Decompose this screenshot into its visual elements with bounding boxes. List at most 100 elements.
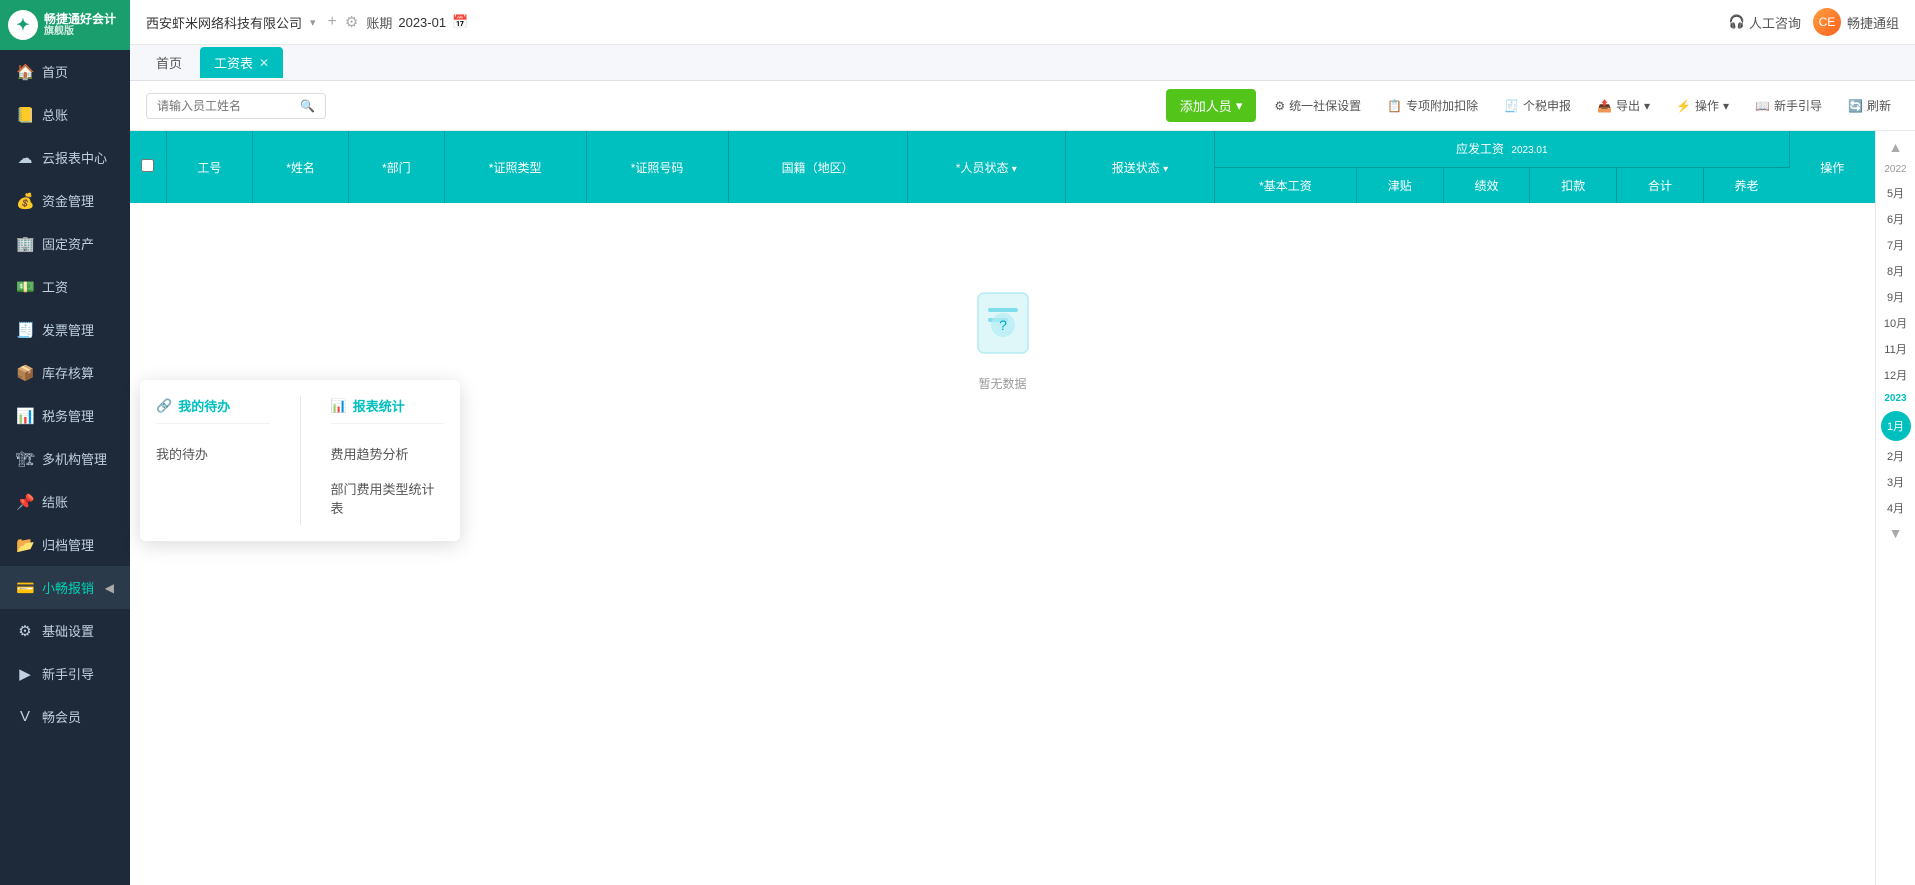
period-value[interactable]: 2023-01: [398, 15, 446, 30]
timeline-month-6[interactable]: 6月: [1876, 206, 1915, 232]
timeline-month-5[interactable]: 5月: [1876, 180, 1915, 206]
timeline-month-2[interactable]: 2月: [1876, 443, 1915, 469]
shield-icon: ⚙: [1274, 99, 1285, 113]
tax-deduction-button[interactable]: 📋 专项附加扣除: [1379, 93, 1486, 118]
inventory-icon: 📦: [16, 364, 34, 382]
operation-arrow-icon: ▾: [1723, 99, 1729, 113]
period-display: 账期 2023-01 📅: [366, 13, 468, 32]
select-all-header[interactable]: [130, 131, 166, 203]
select-all-checkbox[interactable]: [141, 159, 154, 172]
sidebar-item-guide[interactable]: ▶ 新手引导: [0, 652, 130, 695]
assets-icon: 🏢: [16, 235, 34, 253]
timeline-month-10[interactable]: 10月: [1876, 310, 1915, 336]
service-button[interactable]: 🎧 人工咨询: [1729, 13, 1801, 32]
refresh-icon: 🔄: [1848, 99, 1863, 113]
sidebar-item-multi[interactable]: 🏗 多机构管理: [0, 437, 130, 480]
topbar-right: 🎧 人工咨询 CE 畅捷通组: [1729, 8, 1899, 36]
report-filter-icon[interactable]: ▾: [1163, 164, 1168, 175]
company-name[interactable]: 西安虾米网络科技有限公司: [146, 13, 302, 32]
col-id-num: *证照号码: [586, 131, 728, 203]
popup-stats-title: 📊 报表统计: [331, 396, 445, 424]
tab-salary[interactable]: 工资表 ✕: [200, 47, 283, 78]
sidebar-item-finance[interactable]: 💰 资金管理: [0, 179, 130, 222]
popup-col-todo: 🔗 我的待办 我的待办: [156, 396, 270, 525]
search-box[interactable]: 🔍: [146, 93, 326, 119]
timeline-month-7[interactable]: 7月: [1876, 232, 1915, 258]
col-allowance: 津贴: [1356, 167, 1443, 203]
col-id: 工号: [166, 131, 253, 203]
timeline-month-12[interactable]: 12月: [1876, 362, 1915, 388]
sidebar-item-closing[interactable]: 📌 结账: [0, 480, 130, 523]
timeline-month-9[interactable]: 9月: [1876, 284, 1915, 310]
col-nation: 国籍（地区）: [728, 131, 907, 203]
sidebar-item-archive[interactable]: 📂 归档管理: [0, 523, 130, 566]
timeline-month-1-active[interactable]: 1月: [1881, 411, 1911, 441]
guide-icon: ▶: [16, 665, 34, 683]
salary-icon: 💵: [16, 278, 34, 296]
popup-todo-title: 🔗 我的待办: [156, 396, 270, 424]
popup-todo-item[interactable]: 我的待办: [156, 436, 270, 471]
tax-report-button[interactable]: 🧾 个税申报: [1496, 93, 1579, 118]
sidebar-item-ledger[interactable]: 📒 总账: [0, 93, 130, 136]
todo-icon: 🔗: [156, 398, 172, 414]
operation-icon: ⚡: [1676, 99, 1691, 113]
timeline-scroll-down[interactable]: ▼: [1885, 521, 1907, 545]
search-input[interactable]: [157, 99, 294, 113]
add-person-button[interactable]: 添加人员 ▾: [1166, 89, 1257, 122]
sidebar-item-tax[interactable]: 📊 税务管理: [0, 394, 130, 437]
vip-icon: V: [16, 708, 34, 725]
sidebar-item-vip[interactable]: V 畅会员: [0, 695, 130, 738]
sidebar: ✦ 畅捷通好会计 旗舰版 🏠 首页 📒 总账 ☁ 云报表中心 💰 资金管理 🏢 …: [0, 0, 130, 885]
sidebar-item-home[interactable]: 🏠 首页: [0, 50, 130, 93]
topbar-left: 西安虾米网络科技有限公司 ▾ + ⚙ 账期 2023-01 📅: [146, 13, 468, 32]
status-filter-icon[interactable]: ▾: [1012, 164, 1017, 175]
company-dropdown-icon[interactable]: ▾: [310, 16, 316, 29]
home-icon: 🏠: [16, 63, 34, 81]
timeline-month-3[interactable]: 3月: [1876, 469, 1915, 495]
sidebar-item-salary[interactable]: 💵 工资: [0, 265, 130, 308]
tab-close-icon[interactable]: ✕: [259, 56, 269, 70]
toolbar-right: 添加人员 ▾ ⚙ 统一社保设置 📋 专项附加扣除 🧾 个税申报 📤 导出 ▾: [1166, 89, 1899, 122]
timeline-month-11[interactable]: 11月: [1876, 336, 1915, 362]
timeline-scroll-up[interactable]: ▲: [1885, 135, 1907, 159]
col-deduction: 扣款: [1530, 167, 1617, 203]
dropdown-arrow-icon: ▾: [1236, 98, 1243, 114]
year-2023: 2023: [1884, 390, 1906, 407]
guide-button[interactable]: 📖 新手引导: [1747, 93, 1830, 118]
closing-icon: 📌: [16, 493, 34, 511]
tabbar: 首页 工资表 ✕: [130, 45, 1915, 81]
sidebar-item-invoice[interactable]: 🧾 发票管理: [0, 308, 130, 351]
settings-icon[interactable]: ⚙: [345, 13, 358, 31]
export-button[interactable]: 📤 导出 ▾: [1589, 93, 1658, 118]
col-report: 报送状态 ▾: [1065, 131, 1214, 203]
deduction-icon: 📋: [1387, 99, 1402, 113]
add-company-icon[interactable]: +: [328, 13, 337, 31]
user-avatar[interactable]: CE 畅捷通组: [1813, 8, 1899, 36]
expense-icon: 💳: [16, 579, 34, 597]
social-insurance-button[interactable]: ⚙ 统一社保设置: [1266, 93, 1369, 118]
popup-stats-item-1[interactable]: 费用趋势分析: [331, 436, 445, 471]
popup-stats-item-2[interactable]: 部门费用类型统计表: [331, 471, 445, 525]
chart-icon: 📊: [331, 398, 347, 414]
cloud-icon: ☁: [16, 149, 34, 167]
expense-popup: 🔗 我的待办 我的待办 📊 报表统计 费用趋势分析 部门费用类型统计表: [140, 380, 460, 541]
tab-home[interactable]: 首页: [142, 47, 196, 78]
col-status: *人员状态 ▾: [907, 131, 1065, 203]
refresh-button[interactable]: 🔄 刷新: [1840, 93, 1899, 118]
svg-text:?: ?: [999, 317, 1007, 333]
year-2022: 2022: [1884, 161, 1906, 178]
toolbar: 🔍 添加人员 ▾ ⚙ 统一社保设置 📋 专项附加扣除 🧾 个税申报 📤: [130, 81, 1915, 131]
sidebar-item-reports[interactable]: ☁ 云报表中心: [0, 136, 130, 179]
calendar-icon[interactable]: 📅: [452, 14, 468, 30]
operation-button[interactable]: ⚡ 操作 ▾: [1668, 93, 1737, 118]
sidebar-item-assets[interactable]: 🏢 固定资产: [0, 222, 130, 265]
app-subtitle: 旗舰版: [44, 26, 116, 38]
sidebar-item-expense[interactable]: 💳 小畅报销 ◀: [0, 566, 130, 609]
col-dept: *部门: [348, 131, 444, 203]
sidebar-item-inventory[interactable]: 📦 库存核算: [0, 351, 130, 394]
timeline-month-4[interactable]: 4月: [1876, 495, 1915, 521]
empty-icon: ?: [963, 283, 1043, 363]
sidebar-item-basic[interactable]: ⚙ 基础设置: [0, 609, 130, 652]
col-basic-wage: *基本工资: [1214, 167, 1356, 203]
timeline-month-8[interactable]: 8月: [1876, 258, 1915, 284]
